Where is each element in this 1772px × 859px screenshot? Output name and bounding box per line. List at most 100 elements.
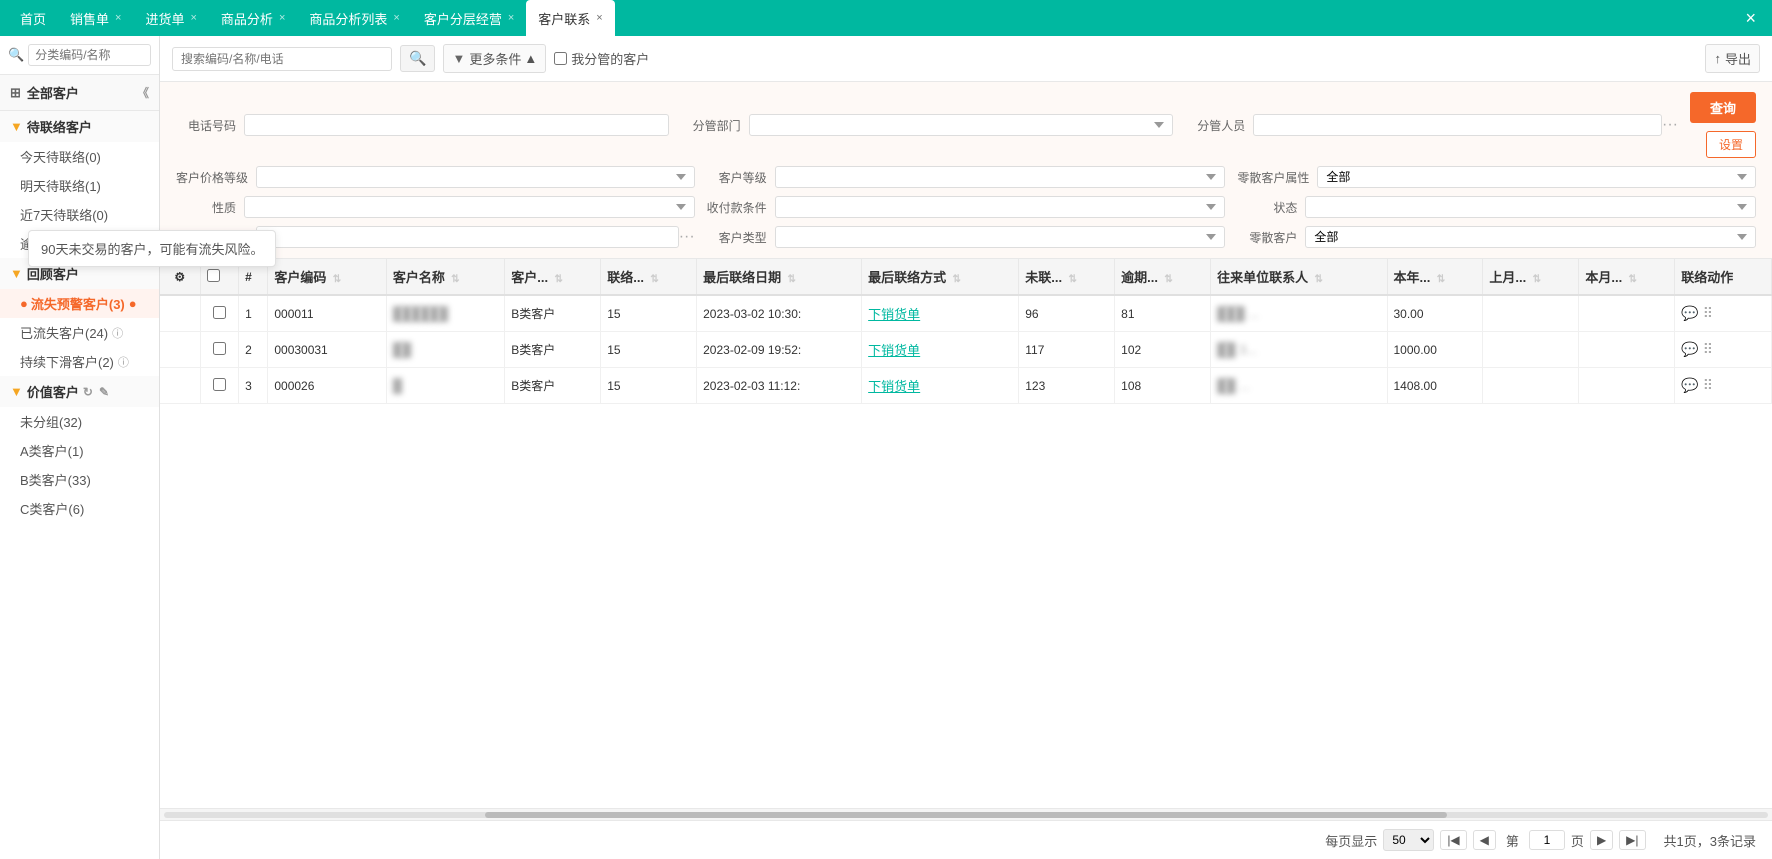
contact-type-link[interactable]: 下销货单 (868, 343, 920, 358)
sidebar-group-pending-title[interactable]: ▼ 待联络客户 (0, 111, 159, 142)
grid-icon: ⊞ (10, 85, 21, 101)
close-purchase-tab[interactable]: × (190, 12, 196, 24)
table-unit-contacts-header[interactable]: 往来单位联系人 ⇅ (1211, 259, 1387, 295)
sidebar-item-class-b[interactable]: B类客户(33) (0, 465, 159, 494)
window-close-button[interactable]: × (1737, 8, 1764, 29)
person-more-btn[interactable]: ··· (1662, 116, 1678, 134)
row-checkbox[interactable] (213, 342, 226, 355)
table-this-year-header[interactable]: 本年... ⇅ (1387, 259, 1483, 295)
last-page-button[interactable]: ▶| (1619, 830, 1645, 850)
table-last-contact-type-header[interactable]: 最后联络方式 ⇅ (862, 259, 1019, 295)
action-more-icon[interactable]: ⠿ (1703, 305, 1713, 322)
row-last-contact-type[interactable]: 下销货单 (862, 332, 1019, 368)
region-more-btn[interactable]: ··· (679, 228, 695, 246)
row-this-year: 1408.00 (1387, 368, 1483, 404)
nav-goods-analysis-list[interactable]: 商品分析列表 × (297, 0, 411, 36)
horizontal-scrollbar[interactable] (160, 808, 1772, 820)
close-goods-analysis-list-tab[interactable]: × (393, 12, 399, 24)
close-customer-contact-tab[interactable]: × (596, 12, 602, 24)
sidebar-item-today-pending[interactable]: 今天待联络(0) (0, 142, 159, 171)
action-message-icon[interactable]: 💬 (1681, 305, 1698, 322)
table-this-month-header[interactable]: 本月... ⇅ (1579, 259, 1675, 295)
gender-select[interactable] (244, 196, 695, 218)
sidebar-item-already-churned[interactable]: 已流失客户(24) ⓘ (0, 318, 159, 347)
nav-customer-tier[interactable]: 客户分层经营 × (412, 0, 526, 36)
table-overdue-header[interactable]: 逾期... ⇅ (1115, 259, 1211, 295)
query-button[interactable]: 查询 (1690, 92, 1756, 123)
row-last-contact-type[interactable]: 下销货单 (862, 368, 1019, 404)
select-all-checkbox[interactable] (207, 269, 220, 282)
nav-goods-analysis[interactable]: 商品分析 × (209, 0, 297, 36)
nav-sales[interactable]: 销售单 × (58, 0, 133, 36)
region-input[interactable] (256, 226, 679, 248)
my-customers-check[interactable] (554, 52, 567, 65)
status-select[interactable] (1305, 196, 1756, 218)
sort-icon-10: ⇅ (1437, 274, 1445, 285)
prev-page-button[interactable]: ◀ (1473, 830, 1496, 850)
per-page-select[interactable]: 50 20 100 200 (1383, 829, 1434, 851)
close-goods-analysis-tab[interactable]: × (279, 12, 285, 24)
export-button[interactable]: ↑ 导出 (1705, 44, 1760, 73)
nav-customer-contact[interactable]: 客户联系 × (526, 0, 614, 36)
sort-icon-3: ⇅ (554, 274, 562, 285)
sidebar-item-class-a[interactable]: A类客户(1) (0, 436, 159, 465)
more-conditions-button[interactable]: ▼ 更多条件 ▲ (443, 44, 546, 73)
row-last-contact-type[interactable]: 下销货单 (862, 295, 1019, 332)
close-customer-tier-tab[interactable]: × (508, 12, 514, 24)
edit-icon[interactable]: ✎ (99, 385, 109, 399)
contact-type-link[interactable]: 下销货单 (868, 379, 920, 394)
search-input[interactable] (172, 47, 392, 71)
payment-select[interactable] (775, 196, 1226, 218)
price-tier-select[interactable] (256, 166, 695, 188)
sidebar-item-declining[interactable]: 持续下滑客户(2) ⓘ (0, 347, 159, 376)
sidebar-item-ungrouped[interactable]: 未分组(32) (0, 407, 159, 436)
zero-retail-select[interactable]: 全部 (1305, 226, 1756, 248)
row-checkbox-cell[interactable] (200, 332, 239, 368)
table-customer-code-header[interactable]: 客户编码 ⇅ (268, 259, 386, 295)
table-last-contact-date-header[interactable]: 最后联络日期 ⇅ (697, 259, 862, 295)
action-more-icon[interactable]: ⠿ (1703, 377, 1713, 394)
filter-row-3: 性质 收付款条件 状态 (176, 196, 1756, 218)
contact-type-link[interactable]: 下销货单 (868, 307, 920, 322)
table-customer-level-header[interactable]: 客户... ⇅ (505, 259, 601, 295)
close-sales-tab[interactable]: × (115, 12, 121, 24)
sort-icon-4: ⇅ (650, 274, 658, 285)
dept-select[interactable] (749, 114, 1174, 136)
scrollbar-thumb[interactable] (485, 812, 1447, 818)
nav-purchase[interactable]: 进货单 × (133, 0, 208, 36)
refresh-icon[interactable]: ↻ (83, 385, 93, 399)
row-overdue: 108 (1115, 368, 1211, 404)
table-last-month-header[interactable]: 上月... ⇅ (1483, 259, 1579, 295)
search-button[interactable]: 🔍 (400, 45, 435, 72)
filter-zero-attr: 零散客户属性 全部 (1237, 166, 1756, 188)
sidebar-item-churn-warning[interactable]: ● 流失预警客户(3) ● (0, 289, 159, 318)
row-checkbox-cell[interactable] (200, 368, 239, 404)
sidebar-item-class-c[interactable]: C类客户(6) (0, 494, 159, 523)
sidebar-search-input[interactable] (28, 44, 151, 66)
sidebar-item-7days-pending[interactable]: 近7天待联络(0) (0, 200, 159, 229)
action-more-icon[interactable]: ⠿ (1703, 341, 1713, 358)
action-message-icon[interactable]: 💬 (1681, 341, 1698, 358)
table-customer-name-header[interactable]: 客户名称 ⇅ (386, 259, 504, 295)
sidebar-all-customers[interactable]: ⊞ 全部客户 《 (0, 75, 159, 111)
zero-attr-select[interactable]: 全部 (1317, 166, 1756, 188)
table-uncontacted-header[interactable]: 未联... ⇅ (1019, 259, 1115, 295)
action-message-icon[interactable]: 💬 (1681, 377, 1698, 394)
customer-type-select[interactable] (775, 226, 1226, 248)
row-checkbox-cell[interactable] (200, 295, 239, 332)
scrollbar-track (164, 812, 1768, 818)
my-customers-checkbox[interactable]: 我分管的客户 (554, 49, 649, 68)
row-checkbox[interactable] (213, 378, 226, 391)
phone-input[interactable] (244, 114, 669, 136)
next-page-button[interactable]: ▶ (1590, 830, 1613, 850)
sidebar-item-tomorrow-pending[interactable]: 明天待联络(1) (0, 171, 159, 200)
table-contact-header[interactable]: 联络... ⇅ (601, 259, 697, 295)
customer-tier-select[interactable] (775, 166, 1226, 188)
nav-home[interactable]: 首页 (8, 0, 58, 36)
settings-button[interactable]: 设置 (1706, 131, 1756, 158)
page-number-input[interactable] (1529, 830, 1565, 850)
sidebar-group-value-title[interactable]: ▼ 价值客户 ↻ ✎ (0, 376, 159, 407)
first-page-button[interactable]: |◀ (1440, 830, 1466, 850)
person-input[interactable] (1253, 114, 1662, 136)
row-checkbox[interactable] (213, 306, 226, 319)
